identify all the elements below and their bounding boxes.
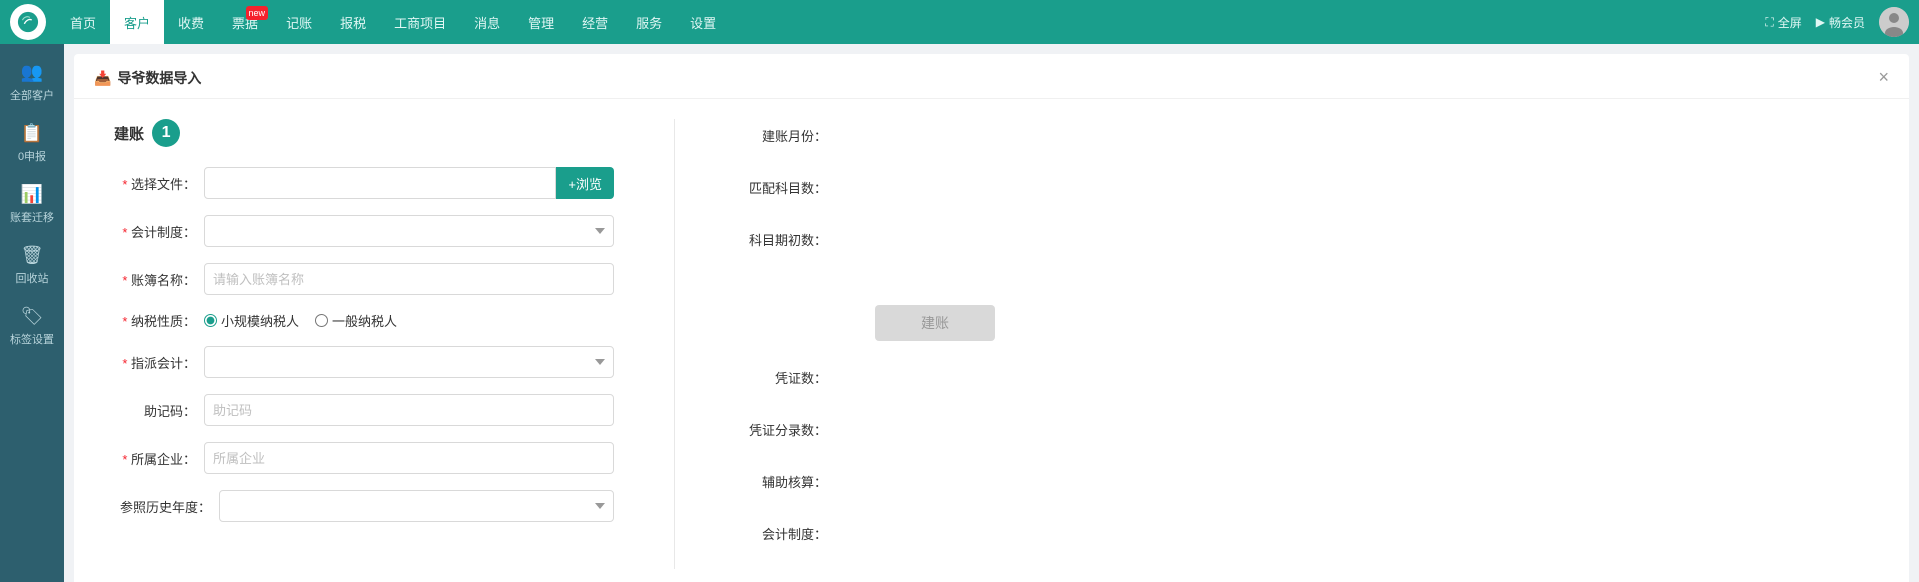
ledger-label: * 账簿名称： xyxy=(114,270,204,289)
assign-select[interactable] xyxy=(204,346,614,378)
aux-value xyxy=(835,465,1135,497)
history-label: 参照历史年度： xyxy=(114,497,219,516)
step-circle: 1 xyxy=(152,119,180,147)
build-account-button[interactable]: 建账 xyxy=(875,305,995,341)
sidebar-item-tags[interactable]: 🏷 标签设置 xyxy=(0,298,64,355)
file-row: * 选择文件： +浏览 xyxy=(114,167,614,199)
memo-row: 助记码： xyxy=(114,394,614,426)
nav-management[interactable]: 管理 xyxy=(514,0,568,44)
nav-message[interactable]: 消息 xyxy=(460,0,514,44)
aux-row: 辅助核算： xyxy=(735,465,1135,497)
close-button[interactable]: × xyxy=(1878,68,1889,86)
sidebar-item-declare[interactable]: 📋 0申报 xyxy=(0,115,64,172)
nav-settings[interactable]: 设置 xyxy=(676,0,730,44)
company-input[interactable] xyxy=(204,442,614,474)
nav-business[interactable]: 工商项目 xyxy=(380,0,460,44)
period-value xyxy=(835,223,1135,255)
month-label: 建账月份： xyxy=(735,126,835,145)
vip-button[interactable]: ▶ 畅会员 xyxy=(1816,14,1865,31)
sidebar-item-all-customers[interactable]: 👥 全部客户 xyxy=(0,54,64,111)
recycle-icon: 🗑 xyxy=(21,245,44,266)
tax-option-small[interactable]: 小规模纳税人 xyxy=(204,311,299,330)
period-label: 科目期初数： xyxy=(735,230,835,249)
main-content: 📥 导爷数据导入 × 建账 1 * xyxy=(64,44,1919,582)
history-row: 参照历史年度： xyxy=(114,490,614,522)
accounting-label: * 会计制度： xyxy=(114,222,204,241)
fullscreen-icon: ⛶ xyxy=(1765,15,1773,30)
aux-label: 辅助核算： xyxy=(735,472,835,491)
ledger-row: * 账簿名称： xyxy=(114,263,614,295)
history-select[interactable] xyxy=(219,490,614,522)
file-input[interactable] xyxy=(204,167,556,199)
file-label: * 选择文件： xyxy=(114,174,204,193)
sidebar-item-migrate[interactable]: 📊 账套迁移 xyxy=(0,176,64,233)
app-logo[interactable] xyxy=(10,4,46,40)
company-label: * 所属企业： xyxy=(114,449,204,468)
ledger-input[interactable] xyxy=(204,263,614,295)
nav-tax[interactable]: 报税 xyxy=(326,0,380,44)
month-value xyxy=(835,119,1135,151)
tax-option-general[interactable]: 一般纳税人 xyxy=(315,311,397,330)
tax-row: * 纳税性质： 小规模纳税人 一般纳税人 xyxy=(114,311,614,330)
voucher-entries-label: 凭证分录数： xyxy=(735,420,835,439)
voucher-label: 凭证数： xyxy=(735,368,835,387)
new-badge: new xyxy=(246,6,269,20)
assign-label: * 指派会计： xyxy=(114,353,204,372)
tax-radio-group: 小规模纳税人 一般纳税人 xyxy=(204,311,614,330)
match-row: 匹配科目数： xyxy=(735,171,1135,203)
import-panel: 📥 导爷数据导入 × 建账 1 * xyxy=(74,54,1909,582)
accounting-row: * 会计制度： xyxy=(114,215,614,247)
customers-icon: 👥 xyxy=(21,62,43,83)
nav-right-actions: ⛶ 全屏 ▶ 畅会员 xyxy=(1765,7,1909,37)
right-accounting-value xyxy=(835,517,1135,549)
assign-row: * 指派会计： xyxy=(114,346,614,378)
memo-label: 助记码： xyxy=(114,401,204,420)
voucher-value xyxy=(835,361,1135,393)
voucher-row: 凭证数： xyxy=(735,361,1135,393)
fullscreen-button[interactable]: ⛶ 全屏 xyxy=(1765,14,1801,31)
step-label-text: 建账 xyxy=(114,123,144,144)
declare-icon: 📋 xyxy=(21,123,43,144)
top-navigation: 首页 客户 收费 票据 new 记账 报税 工商项目 消息 管理 经营 服务 设… xyxy=(0,0,1919,44)
match-label: 匹配科目数： xyxy=(735,178,835,197)
main-layout: 👥 全部客户 📋 0申报 📊 账套迁移 🗑 回收站 🏷 标签设置 📥 导爷数据导… xyxy=(0,44,1919,582)
right-accounting-row: 会计制度： xyxy=(735,517,1135,549)
period-row: 科目期初数： xyxy=(735,223,1135,255)
panel-title: 导爷数据导入 xyxy=(117,68,201,88)
nav-invoice[interactable]: 票据 new xyxy=(218,0,272,44)
voucher-entries-value xyxy=(835,413,1135,445)
tax-label: * 纳税性质： xyxy=(114,311,204,330)
sidebar-item-recycle[interactable]: 🗑 回收站 xyxy=(0,237,64,294)
sidebar: 👥 全部客户 📋 0申报 📊 账套迁移 🗑 回收站 🏷 标签设置 xyxy=(0,44,64,582)
match-value xyxy=(835,171,1135,203)
nav-menu: 首页 客户 收费 票据 new 记账 报税 工商项目 消息 管理 经营 服务 设… xyxy=(56,0,1765,44)
company-row: * 所属企业： xyxy=(114,442,614,474)
memo-input[interactable] xyxy=(204,394,614,426)
tags-icon: 🏷 xyxy=(21,306,44,327)
play-icon: ▶ xyxy=(1816,15,1825,29)
nav-service[interactable]: 服务 xyxy=(622,0,676,44)
nav-fees[interactable]: 收费 xyxy=(164,0,218,44)
file-input-group: +浏览 xyxy=(204,167,614,199)
tax-radio-small[interactable] xyxy=(204,314,217,327)
migrate-icon: 📊 xyxy=(21,184,43,205)
import-icon: 📥 xyxy=(94,70,111,87)
voucher-entries-row: 凭证分录数： xyxy=(735,413,1135,445)
browse-button[interactable]: +浏览 xyxy=(556,167,614,199)
nav-home[interactable]: 首页 xyxy=(56,0,110,44)
nav-bookkeeping[interactable]: 记账 xyxy=(272,0,326,44)
accounting-select[interactable] xyxy=(204,215,614,247)
user-avatar[interactable] xyxy=(1879,7,1909,37)
nav-customer[interactable]: 客户 xyxy=(110,0,164,44)
month-row: 建账月份： xyxy=(735,119,1135,151)
nav-operation[interactable]: 经营 xyxy=(568,0,622,44)
form-right: 建账月份： 匹配科目数： 科目期初数： 建账 xyxy=(735,119,1135,569)
section-divider xyxy=(674,119,675,569)
step-indicator: 建账 1 xyxy=(114,119,614,147)
form-left: 建账 1 * 选择文件： +浏览 xyxy=(114,119,614,569)
panel-header: 📥 导爷数据导入 xyxy=(74,54,1909,99)
right-accounting-label: 会计制度： xyxy=(735,524,835,543)
form-body: 建账 1 * 选择文件： +浏览 xyxy=(74,99,1909,582)
tax-radio-general[interactable] xyxy=(315,314,328,327)
